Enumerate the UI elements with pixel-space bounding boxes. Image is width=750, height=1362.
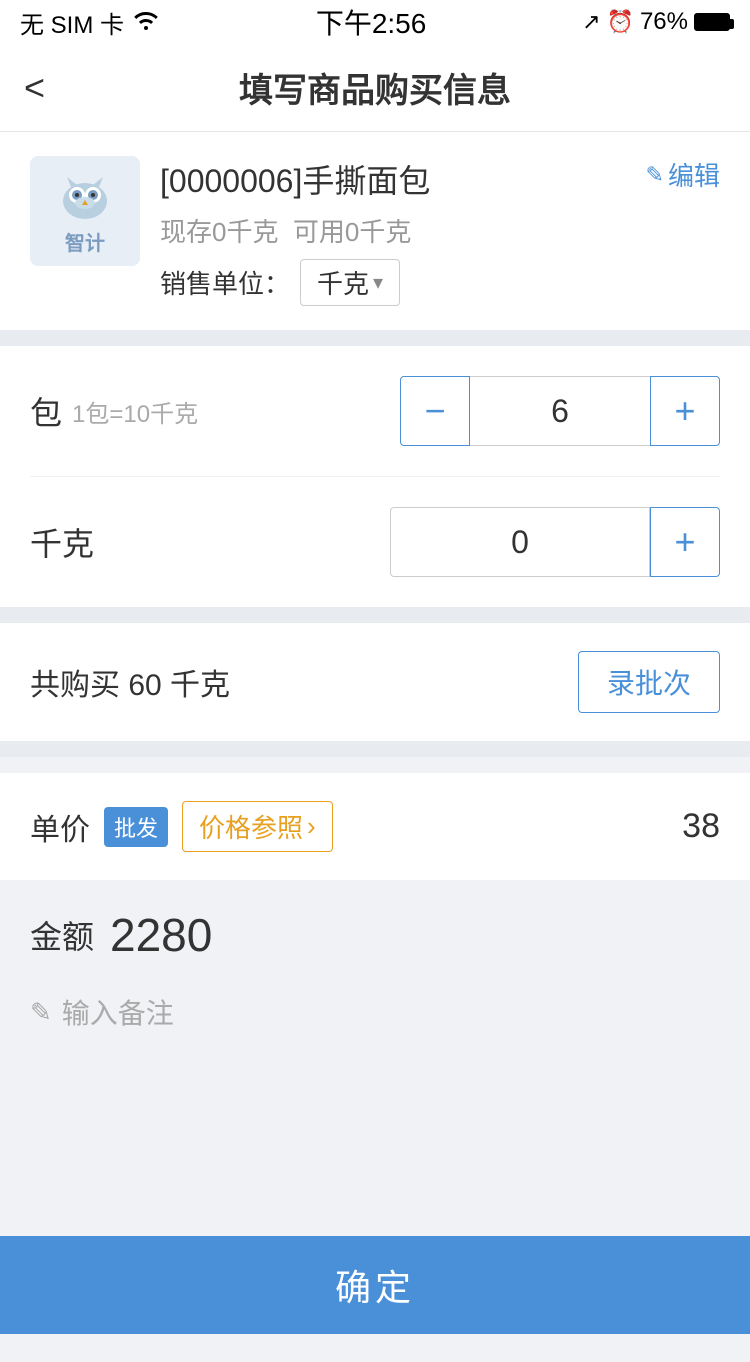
product-logo-text: 智计	[65, 227, 105, 256]
kg-plus-button[interactable]: +	[650, 507, 720, 577]
product-thumbnail: 智计	[30, 156, 140, 266]
divider-2	[0, 607, 750, 623]
price-label: 单价	[30, 805, 90, 849]
bag-input[interactable]	[470, 376, 650, 446]
divider-3	[0, 741, 750, 757]
amount-value: 2280	[110, 908, 212, 962]
product-info: [0000006]手撕面包 现存0千克 可用0千克 销售单位： 千克 ▾	[160, 156, 720, 306]
wifi-icon	[132, 8, 160, 37]
pencil-icon: ✎	[30, 997, 52, 1028]
price-tag: 批发	[104, 807, 168, 847]
price-left: 单价 批发 价格参照 ›	[30, 801, 333, 852]
kg-input[interactable]	[390, 507, 650, 577]
edit-icon: ✎	[646, 162, 664, 188]
bag-controls: − +	[400, 376, 720, 446]
kg-controls: +	[390, 507, 720, 577]
price-section: 单价 批发 价格参照 › 38	[0, 773, 750, 880]
nav-bar: < 填写商品购买信息	[0, 44, 750, 132]
battery-text: 76%	[640, 8, 688, 36]
bag-plus-button[interactable]: +	[650, 376, 720, 446]
bag-label: 包 1包=10千克	[30, 388, 198, 434]
carrier-text: 无 SIM 卡	[20, 5, 124, 40]
kg-label: 千克	[30, 519, 94, 565]
product-section: 智计 [0000006]手撕面包 现存0千克 可用0千克 销售单位： 千克 ▾ …	[0, 132, 750, 330]
product-unit: 销售单位： 千克 ▾	[160, 259, 720, 306]
bag-input-row: 包 1包=10千克 − +	[30, 346, 720, 477]
edit-button[interactable]: ✎ 编辑	[646, 156, 720, 193]
price-value: 38	[682, 807, 720, 846]
product-logo: 智计	[55, 167, 115, 256]
product-stock: 现存0千克 可用0千克	[160, 212, 720, 249]
bag-hint: 1包=10千克	[72, 394, 198, 429]
price-ref-button[interactable]: 价格参照 ›	[182, 801, 333, 852]
input-section: 包 1包=10千克 − + 千克 +	[0, 346, 750, 607]
location-icon: ↗	[582, 9, 600, 35]
amount-section: 金额 2280 ✎ 输入备注	[0, 880, 750, 1042]
unit-select[interactable]: 千克 ▾	[300, 259, 400, 306]
summary-text: 共购买 60 千克	[30, 660, 230, 704]
status-bar: 无 SIM 卡 下午2:56 ↗ ⏰ 76%	[0, 0, 750, 44]
status-left: 无 SIM 卡	[20, 5, 160, 40]
alarm-icon: ⏰	[607, 9, 634, 35]
bag-minus-button[interactable]: −	[400, 376, 470, 446]
batch-button[interactable]: 录批次	[578, 651, 720, 713]
back-button[interactable]: <	[24, 67, 45, 109]
remark-placeholder: 输入备注	[62, 992, 174, 1032]
chevron-down-icon: ▾	[373, 270, 383, 295]
status-time: 下午2:56	[316, 2, 427, 42]
kg-input-row: 千克 +	[30, 477, 720, 607]
product-name: [0000006]手撕面包	[160, 156, 720, 202]
battery-icon	[694, 13, 730, 31]
remark-row[interactable]: ✎ 输入备注	[30, 982, 720, 1042]
confirm-button[interactable]: 确定	[0, 1236, 750, 1334]
status-right: ↗ ⏰ 76%	[582, 8, 730, 36]
amount-row: 金额 2280	[30, 908, 720, 962]
page-title: 填写商品购买信息	[239, 63, 511, 112]
divider-1	[0, 330, 750, 346]
summary-section: 共购买 60 千克 录批次	[0, 623, 750, 741]
chevron-right-icon: ›	[307, 811, 316, 842]
amount-label: 金额	[30, 912, 94, 958]
